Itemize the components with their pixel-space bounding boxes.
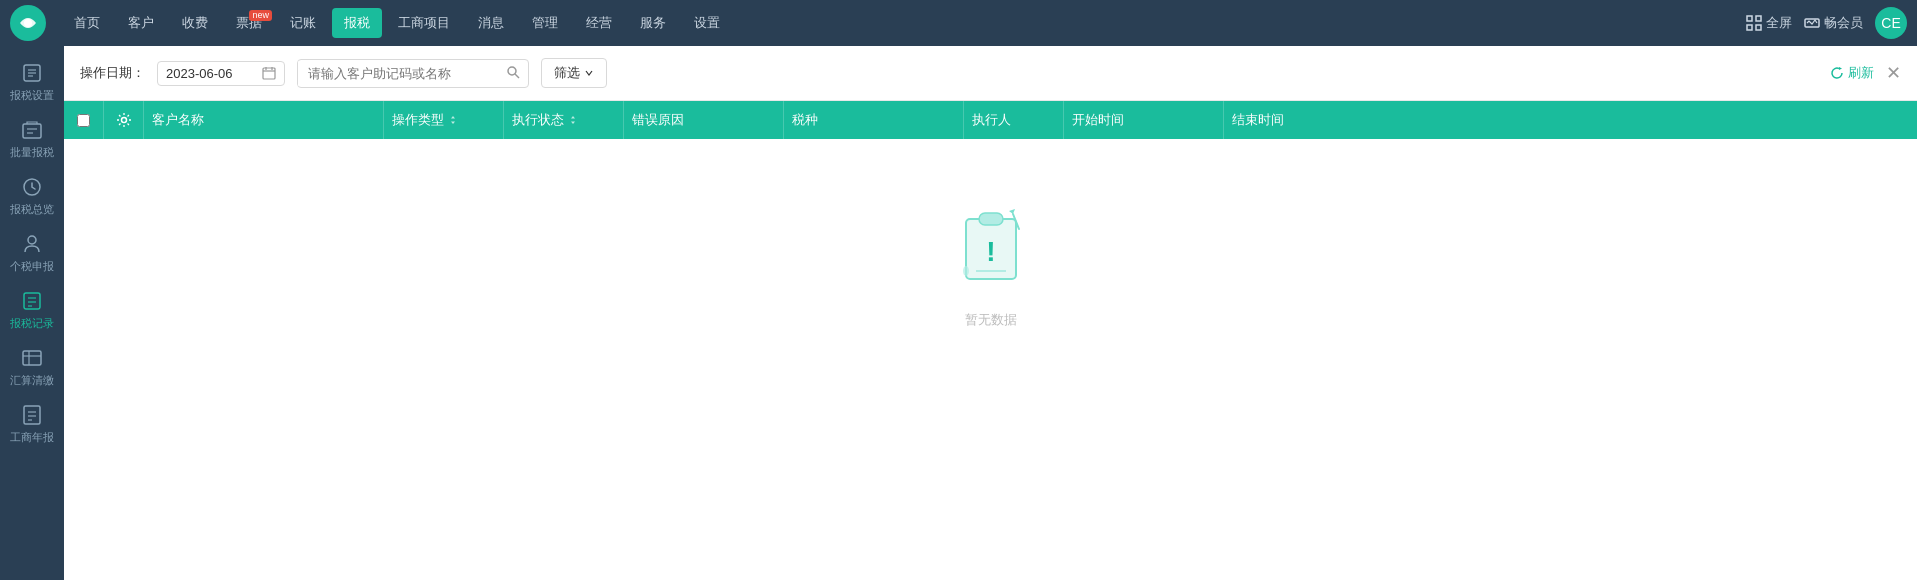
annual-report-icon (21, 404, 43, 426)
nav-item-报税[interactable]: 报税 (332, 8, 382, 38)
th-checkbox[interactable] (64, 101, 104, 139)
nav-item-消息[interactable]: 消息 (466, 8, 516, 38)
svg-marker-39 (1009, 209, 1015, 214)
sidebar-item-批量报税[interactable]: 批量报税 (0, 111, 64, 168)
sidebar: 报税设置批量报税报税总览个税申报报税记录汇算清缴工商年报 (0, 46, 64, 580)
nav-item-设置[interactable]: 设置 (682, 8, 732, 38)
nav-item-收费[interactable]: 收费 (170, 8, 220, 38)
sidebar-item-label: 报税记录 (10, 316, 54, 331)
svg-rect-20 (23, 351, 41, 365)
th-settings[interactable] (104, 101, 144, 139)
svg-text:!: ! (986, 236, 995, 267)
th-start-time: 开始时间 (1064, 101, 1224, 139)
sidebar-item-个税申报[interactable]: 个税申报 (0, 225, 64, 282)
tax-record-icon (21, 290, 43, 312)
svg-rect-5 (1756, 25, 1761, 30)
th-tax-type: 税种 (784, 101, 964, 139)
search-wrapper (297, 59, 529, 88)
search-input[interactable] (298, 61, 498, 86)
sidebar-item-汇算清缴[interactable]: 汇算清缴 (0, 339, 64, 396)
settlement-icon (21, 347, 43, 369)
refresh-icon (1830, 66, 1844, 80)
nav-item-票据[interactable]: 票据new (224, 8, 274, 38)
nav-item-记账[interactable]: 记账 (278, 8, 328, 38)
main-layout: 报税设置批量报税报税总览个税申报报税记录汇算清缴工商年报 操作日期： (0, 46, 1917, 580)
sidebar-item-label: 报税总览 (10, 202, 54, 217)
vip-button[interactable]: 畅会员 (1804, 14, 1863, 32)
app-logo[interactable] (10, 5, 46, 41)
user-avatar[interactable]: CE (1875, 7, 1907, 39)
filter-button[interactable]: 筛选 (541, 58, 607, 88)
svg-rect-2 (1747, 16, 1752, 21)
nav-item-客户[interactable]: 客户 (116, 8, 166, 38)
svg-rect-11 (23, 124, 41, 138)
content-area: 操作日期： 筛选 (64, 46, 1917, 580)
close-button[interactable]: ✕ (1886, 64, 1901, 82)
toolbar: 操作日期： 筛选 (64, 46, 1917, 101)
svg-line-32 (515, 74, 519, 78)
nav-items: 首页客户收费票据new记账报税工商项目消息管理经营服务设置 (62, 8, 1746, 38)
top-nav-right: 全屏 畅会员 CE (1746, 7, 1907, 39)
sidebar-item-label: 工商年报 (10, 430, 54, 445)
nav-item-首页[interactable]: 首页 (62, 8, 112, 38)
sidebar-item-label: 报税设置 (10, 88, 54, 103)
table-header: 客户名称 操作类型 执行状态 错误原因 (64, 101, 1917, 139)
date-label: 操作日期： (80, 64, 145, 82)
sidebar-item-报税总览[interactable]: 报税总览 (0, 168, 64, 225)
date-input[interactable] (166, 66, 256, 81)
svg-rect-35 (979, 213, 1003, 225)
svg-rect-16 (24, 293, 40, 309)
tax-overview-icon (21, 176, 43, 198)
svg-rect-23 (24, 406, 40, 424)
sidebar-item-label: 汇算清缴 (10, 373, 54, 388)
empty-state: ! 暂无数据 (64, 139, 1917, 389)
svg-rect-3 (1756, 16, 1761, 21)
nav-badge: new (249, 10, 272, 21)
sidebar-item-label: 批量报税 (10, 145, 54, 160)
fullscreen-button[interactable]: 全屏 (1746, 14, 1792, 32)
calendar-icon (262, 66, 276, 80)
th-execute-status: 执行状态 (504, 101, 624, 139)
top-navigation: 首页客户收费票据new记账报税工商项目消息管理经营服务设置 全屏 畅会员 CE (0, 0, 1917, 46)
nav-item-管理[interactable]: 管理 (520, 8, 570, 38)
svg-point-31 (508, 67, 516, 75)
nav-item-服务[interactable]: 服务 (628, 8, 678, 38)
sidebar-item-报税记录[interactable]: 报税记录 (0, 282, 64, 339)
th-operation-type: 操作类型 (384, 101, 504, 139)
vip-icon (1804, 15, 1820, 31)
empty-text: 暂无数据 (965, 311, 1017, 329)
empty-state-illustration: ! (941, 199, 1041, 299)
fullscreen-icon (1746, 15, 1762, 31)
tax-settings-icon (21, 62, 43, 84)
settings-icon (116, 112, 132, 128)
nav-item-经营[interactable]: 经营 (574, 8, 624, 38)
svg-rect-27 (263, 68, 275, 79)
th-error-reason: 错误原因 (624, 101, 784, 139)
sidebar-item-工商年报[interactable]: 工商年报 (0, 396, 64, 453)
personal-tax-icon (21, 233, 43, 255)
sidebar-item-label: 个税申报 (10, 259, 54, 274)
table-container[interactable]: 客户名称 操作类型 执行状态 错误原因 (64, 101, 1917, 580)
svg-point-33 (121, 118, 126, 123)
batch-tax-icon (21, 119, 43, 141)
refresh-button[interactable]: 刷新 (1830, 64, 1874, 82)
date-picker[interactable] (157, 61, 285, 86)
svg-point-1 (24, 19, 32, 27)
sort-icon (448, 115, 458, 125)
chevron-down-icon (584, 68, 594, 78)
th-executor: 执行人 (964, 101, 1064, 139)
svg-point-15 (28, 236, 36, 244)
search-icon (506, 65, 520, 79)
sidebar-item-报税设置[interactable]: 报税设置 (0, 54, 64, 111)
svg-point-40 (963, 266, 969, 276)
nav-item-工商项目[interactable]: 工商项目 (386, 8, 462, 38)
svg-rect-4 (1747, 25, 1752, 30)
sort-icon-2 (568, 115, 578, 125)
th-end-time: 结束时间 (1224, 101, 1354, 139)
select-all-checkbox[interactable] (77, 114, 90, 127)
search-button[interactable] (498, 60, 528, 87)
th-customer-name: 客户名称 (144, 101, 384, 139)
